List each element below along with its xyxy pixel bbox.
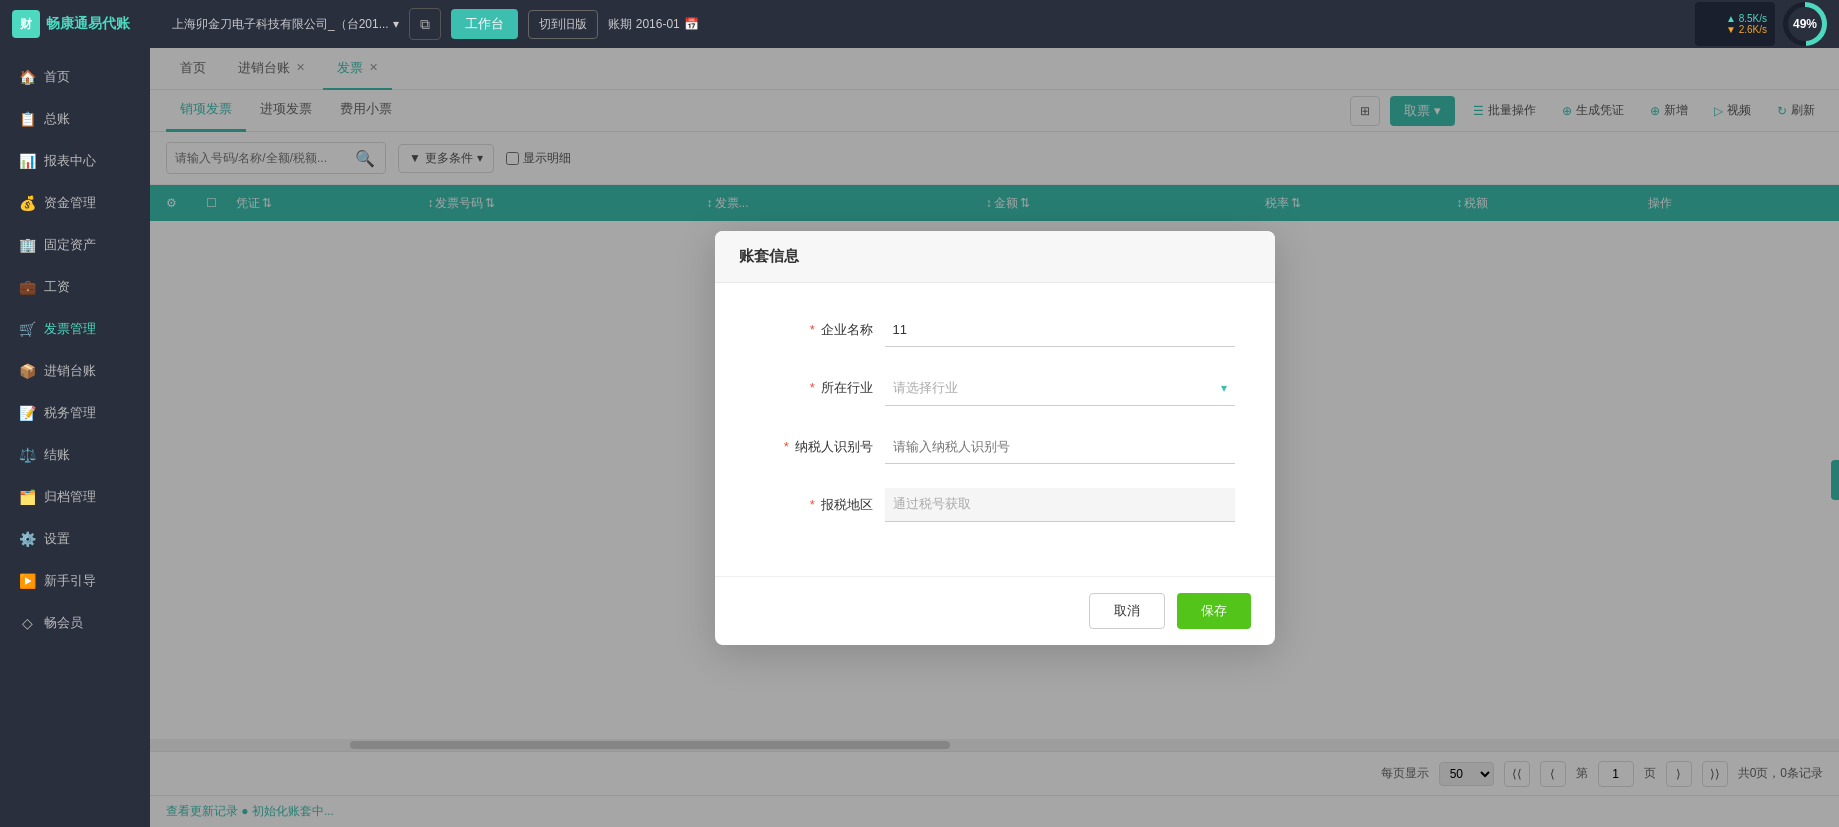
sidebar-item-invoice[interactable]: 🛒 发票管理: [0, 308, 150, 350]
speed-indicator: ▲ 8.5K/s ▼ 2.6K/s: [1695, 2, 1775, 46]
sidebar-item-guide-label: 新手引导: [44, 572, 96, 590]
sidebar-item-tax-label: 税务管理: [44, 404, 96, 422]
sidebar-item-purchase-label: 进销台账: [44, 362, 96, 380]
required-star-3: *: [784, 439, 789, 454]
sidebar-item-salary-label: 工资: [44, 278, 70, 296]
modal-body: * 企业名称 * 所在行业 请选择行业: [715, 283, 1275, 576]
sidebar-item-funds[interactable]: 💰 资金管理: [0, 182, 150, 224]
sidebar-item-ledger-label: 总账: [44, 110, 70, 128]
tax-id-input[interactable]: [885, 430, 1235, 464]
settle-icon: ⚖️: [18, 447, 36, 463]
sidebar-item-salary[interactable]: 💼 工资: [0, 266, 150, 308]
copy-icon-btn[interactable]: ⧉: [409, 8, 441, 40]
sidebar-item-settle[interactable]: ⚖️ 结账: [0, 434, 150, 476]
sidebar-item-settle-label: 结账: [44, 446, 70, 464]
form-row-tax-region: * 报税地区 通过税号获取: [755, 488, 1235, 522]
sidebar-item-assets-label: 固定资产: [44, 236, 96, 254]
tax-region-label: * 报税地区: [755, 496, 885, 514]
modal-header: 账套信息: [715, 231, 1275, 283]
required-star-2: *: [810, 380, 815, 395]
sidebar-item-assets[interactable]: 🏢 固定资产: [0, 224, 150, 266]
sidebar-item-reports-label: 报表中心: [44, 152, 96, 170]
top-bar: 财 畅康通易代账 上海卯金刀电子科技有限公司_（台201... ▾ ⧉ 工作台 …: [0, 0, 1839, 48]
sidebar-item-settings-label: 设置: [44, 530, 70, 548]
app-name: 畅康通易代账: [46, 15, 130, 33]
sidebar: 🏠 首页 📋 总账 📊 报表中心 💰 资金管理 🏢 固定资产 💼 工资 🛒 发票…: [0, 48, 150, 827]
modal-overlay: 账套信息 * 企业名称 * 所在行: [150, 48, 1839, 827]
purchase-icon: 📦: [18, 363, 36, 379]
app-logo: 财 畅康通易代账: [12, 10, 162, 38]
logo-icon: 财: [12, 10, 40, 38]
sidebar-item-home[interactable]: 🏠 首页: [0, 56, 150, 98]
required-star: *: [810, 322, 815, 337]
sidebar-item-ledger[interactable]: 📋 总账: [0, 98, 150, 140]
sidebar-item-archive-label: 归档管理: [44, 488, 96, 506]
industry-label: * 所在行业: [755, 379, 885, 397]
industry-select[interactable]: 请选择行业: [885, 371, 1235, 405]
calendar-icon[interactable]: 📅: [684, 17, 699, 31]
archive-icon: 🗂️: [18, 489, 36, 505]
modal-footer: 取消 保存: [715, 576, 1275, 645]
switch-old-button[interactable]: 切到旧版: [528, 10, 598, 39]
sidebar-item-tax[interactable]: 📝 税务管理: [0, 392, 150, 434]
home-icon: 🏠: [18, 69, 36, 85]
percent-value: 49%: [1788, 7, 1822, 41]
company-name-label: * 企业名称: [755, 321, 885, 339]
save-button[interactable]: 保存: [1177, 593, 1251, 629]
ledger-icon: 📋: [18, 111, 36, 127]
settings-icon: ⚙️: [18, 531, 36, 547]
sidebar-item-invoice-label: 发票管理: [44, 320, 96, 338]
sidebar-item-funds-label: 资金管理: [44, 194, 96, 212]
company-name: 上海卯金刀电子科技有限公司_（台201...: [172, 16, 389, 33]
tax-region-disabled-input: 通过税号获取: [885, 488, 1235, 522]
main-layout: 🏠 首页 📋 总账 📊 报表中心 💰 资金管理 🏢 固定资产 💼 工资 🛒 发票…: [0, 48, 1839, 827]
guide-icon: ▶️: [18, 573, 36, 589]
upload-speed: ▲ 8.5K/s: [1726, 13, 1767, 24]
salary-icon: 💼: [18, 279, 36, 295]
modal-title: 账套信息: [739, 247, 799, 264]
dropdown-arrow-icon: ▾: [393, 17, 399, 31]
cpu-percent-circle: 49%: [1783, 2, 1827, 46]
period-label: 账期 2016-01 📅: [608, 16, 699, 33]
form-row-tax-id: * 纳税人识别号: [755, 430, 1235, 464]
invoice-icon: 🛒: [18, 321, 36, 337]
assets-icon: 🏢: [18, 237, 36, 253]
sidebar-item-reports[interactable]: 📊 报表中心: [0, 140, 150, 182]
tax-id-label: * 纳税人识别号: [755, 438, 885, 456]
sidebar-item-settings[interactable]: ⚙️ 设置: [0, 518, 150, 560]
funds-icon: 💰: [18, 195, 36, 211]
tax-icon: 📝: [18, 405, 36, 421]
sidebar-item-member-label: 畅会员: [44, 614, 83, 632]
sidebar-item-home-label: 首页: [44, 68, 70, 86]
form-row-company-name: * 企业名称: [755, 313, 1235, 347]
sidebar-item-member[interactable]: ◇ 畅会员: [0, 602, 150, 644]
industry-select-wrap: 请选择行业 ▾: [885, 371, 1235, 406]
workbench-button[interactable]: 工作台: [451, 9, 518, 39]
account-info-modal: 账套信息 * 企业名称 * 所在行: [715, 231, 1275, 645]
main-content: 首页 进销台账 ✕ 发票 ✕ 销项发票 进项发票: [150, 48, 1839, 827]
company-name-input[interactable]: [885, 313, 1235, 347]
company-selector[interactable]: 上海卯金刀电子科技有限公司_（台201... ▾: [172, 16, 399, 33]
member-icon: ◇: [18, 615, 36, 631]
download-speed: ▼ 2.6K/s: [1726, 24, 1767, 35]
reports-icon: 📊: [18, 153, 36, 169]
top-bar-right: ▲ 8.5K/s ▼ 2.6K/s 49%: [1695, 2, 1827, 46]
cancel-button[interactable]: 取消: [1089, 593, 1165, 629]
sidebar-item-archive[interactable]: 🗂️ 归档管理: [0, 476, 150, 518]
select-chevron-icon: ▾: [1221, 381, 1227, 395]
form-row-industry: * 所在行业 请选择行业 ▾: [755, 371, 1235, 406]
required-star-4: *: [810, 497, 815, 512]
sidebar-item-guide[interactable]: ▶️ 新手引导: [0, 560, 150, 602]
sidebar-item-purchase[interactable]: 📦 进销台账: [0, 350, 150, 392]
